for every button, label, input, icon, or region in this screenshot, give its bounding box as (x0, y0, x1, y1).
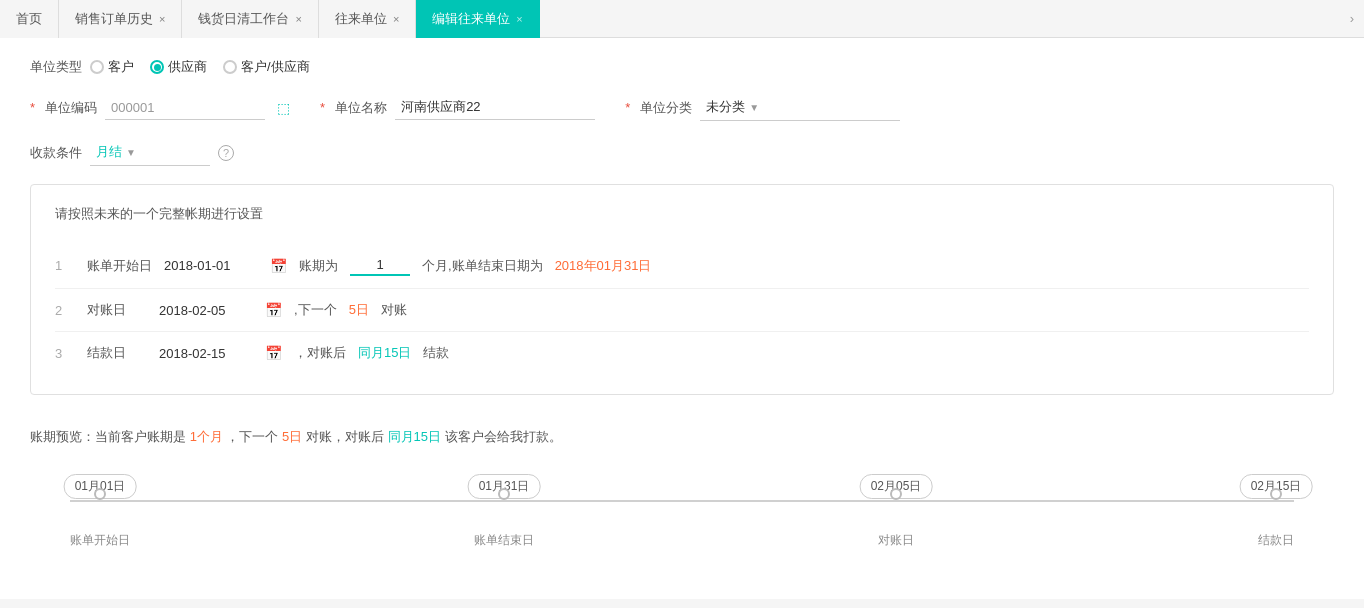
timeline-point-3: 02月15日结款日 (1258, 488, 1294, 549)
period-desc-post-2: 对账 (381, 301, 407, 319)
timeline-point-2: 02月05日对账日 (878, 488, 914, 549)
period-num-3: 3 (55, 346, 75, 361)
close-cash-reconcile[interactable]: × (295, 13, 301, 25)
period-desc-pre-2: ,下一个 (294, 301, 337, 319)
timeline: 01月01日账单开始日 01月31日账单结束日 02月05日对账日 02月15日结款日 (30, 468, 1334, 579)
unit-type-label: 单位类型 (30, 58, 82, 76)
period-num-1: 1 (55, 258, 75, 273)
timeline-label-2: 对账日 (878, 532, 914, 549)
unit-name-star: * (320, 100, 325, 115)
payment-terms-chevron: ▼ (126, 147, 136, 158)
radio-group: 客户 供应商 客户/供应商 (90, 58, 310, 76)
period-label-1: 账单开始日 (87, 257, 152, 275)
unit-category-chevron: ▼ (749, 102, 759, 113)
preview-part1: 1个月 (190, 429, 223, 444)
period-row-3: 3 结款日 2018-02-15 📅 ，对账后 同月15日 结款 (55, 332, 1309, 374)
period-label-3: 结款日 (87, 344, 147, 362)
payment-terms-group: 收款条件 月结 ▼ ? (30, 139, 234, 166)
unit-name-label: 单位名称 (335, 99, 387, 117)
unit-code-group: * 单位编码 ⬚ (30, 96, 290, 120)
period-highlight-2: 5日 (349, 301, 369, 319)
preview-part2: 5日 (282, 429, 302, 444)
payment-terms-help[interactable]: ? (218, 145, 234, 161)
unit-category-star: * (625, 100, 630, 115)
tab-home[interactable]: 首页 (0, 0, 59, 38)
radio-customer-circle (90, 60, 104, 74)
unit-category-group: * 单位分类 未分类 ▼ (625, 94, 900, 121)
unit-type-group: 单位类型 客户 供应商 客户/供应商 (30, 58, 310, 76)
period-desc-post-3: 结款 (423, 344, 449, 362)
period-row-1: 1 账单开始日 2018-01-01 📅 账期为 个月,账单结束日期为 2018… (55, 243, 1309, 289)
period-settings-box: 请按照未来的一个完整帐期进行设置 1 账单开始日 2018-01-01 📅 账期… (30, 184, 1334, 395)
tab-cash-reconcile[interactable]: 钱货日清工作台 × (182, 0, 318, 38)
section-instruction: 请按照未来的一个完整帐期进行设置 (55, 205, 1309, 223)
unit-code-star: * (30, 100, 35, 115)
unit-code-copy-icon[interactable]: ⬚ (277, 100, 290, 116)
period-highlight-3: 同月15日 (358, 344, 411, 362)
close-edit-partner[interactable]: × (516, 13, 522, 25)
timeline-point-1: 01月31日账单结束日 (474, 488, 534, 549)
preview-part3: 同月15日 (388, 429, 441, 444)
tab-partner[interactable]: 往来单位 × (319, 0, 416, 38)
close-sales-order[interactable]: × (159, 13, 165, 25)
main-content: 单位类型 客户 供应商 客户/供应商 * 单位编码 (0, 38, 1364, 599)
tab-sales-order[interactable]: 销售订单历史 × (59, 0, 182, 38)
period-cal-3[interactable]: 📅 (265, 345, 282, 361)
timeline-label-0: 账单开始日 (70, 532, 130, 549)
period-end-date: 2018年01月31日 (555, 257, 652, 275)
payment-terms-label: 收款条件 (30, 144, 82, 162)
period-date-2: 2018-02-05 (159, 303, 249, 318)
payment-terms-row: 收款条件 月结 ▼ ? (30, 139, 1334, 166)
period-cal-1[interactable]: 📅 (270, 258, 287, 274)
timeline-label-3: 结款日 (1258, 532, 1294, 549)
unit-code-input[interactable] (105, 96, 265, 120)
unit-info-row: * 单位编码 ⬚ * 单位名称 * 单位分类 未分类 ▼ (30, 94, 1334, 121)
period-desc-pre-1: 账期为 (299, 257, 338, 275)
close-partner[interactable]: × (393, 13, 399, 25)
tab-edit-partner[interactable]: 编辑往来单位 × (416, 0, 539, 38)
unit-type-row: 单位类型 客户 供应商 客户/供应商 (30, 58, 1334, 76)
month-input[interactable] (350, 255, 410, 276)
radio-both-circle (223, 60, 237, 74)
payment-terms-select[interactable]: 月结 ▼ (90, 139, 210, 166)
timeline-point-0: 01月01日账单开始日 (70, 488, 130, 549)
radio-both[interactable]: 客户/供应商 (223, 58, 310, 76)
preview-text: 账期预览：当前客户账期是 1个月 ，下一个 5日 对账，对账后 同月15日 该客… (30, 415, 1334, 468)
period-date-1: 2018-01-01 (164, 258, 254, 273)
period-desc-post-1: 个月,账单结束日期为 (422, 257, 543, 275)
period-row-2: 2 对账日 2018-02-05 📅 ,下一个 5日 对账 (55, 289, 1309, 332)
unit-name-group: * 单位名称 (320, 96, 595, 120)
timeline-points: 01月01日账单开始日 01月31日账单结束日 02月05日对账日 02月15日结款日 (70, 488, 1294, 549)
period-desc-pre-3: ，对账后 (294, 344, 346, 362)
unit-name-input[interactable] (395, 96, 595, 120)
period-num-2: 2 (55, 303, 75, 318)
unit-category-label: 单位分类 (640, 99, 692, 117)
period-date-3: 2018-02-15 (159, 346, 249, 361)
period-label-2: 对账日 (87, 301, 147, 319)
radio-customer[interactable]: 客户 (90, 58, 134, 76)
unit-category-select[interactable]: 未分类 ▼ (700, 94, 900, 121)
unit-code-label: 单位编码 (45, 99, 97, 117)
timeline-label-1: 账单结束日 (474, 532, 534, 549)
radio-supplier[interactable]: 供应商 (150, 58, 207, 76)
period-cal-2[interactable]: 📅 (265, 302, 282, 318)
tab-bar: 首页 销售订单历史 × 钱货日清工作台 × 往来单位 × 编辑往来单位 × › (0, 0, 1364, 38)
tab-expand-btn[interactable]: › (1340, 0, 1364, 37)
radio-supplier-circle (150, 60, 164, 74)
